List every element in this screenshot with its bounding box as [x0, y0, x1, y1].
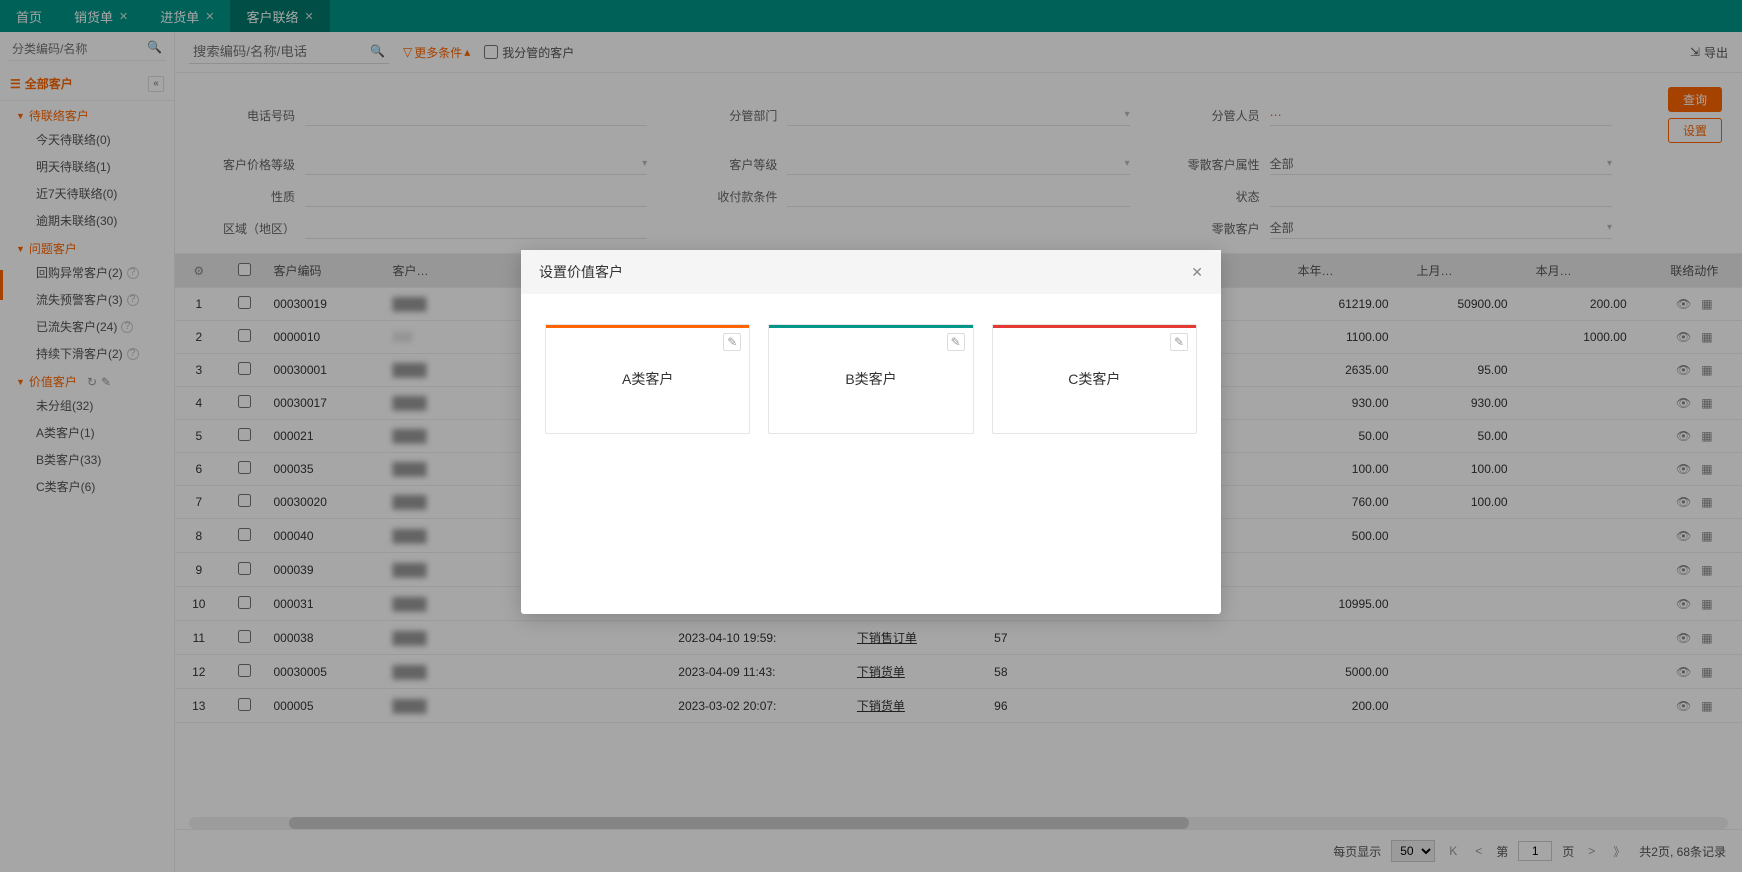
card-label: B类客户 [845, 369, 896, 389]
edit-icon[interactable]: ✎ [947, 333, 965, 351]
value-customer-modal: 设置价值客户 ✕ ✎ A类客户 ✎ B类客户 ✎ C类客户 [521, 250, 1221, 614]
card-b[interactable]: ✎ B类客户 [768, 324, 973, 434]
card-c[interactable]: ✎ C类客户 [992, 324, 1197, 434]
modal-overlay[interactable]: 设置价值客户 ✕ ✎ A类客户 ✎ B类客户 ✎ C类客户 [0, 0, 1742, 872]
modal-title: 设置价值客户 [539, 262, 623, 282]
card-label: C类客户 [1068, 369, 1120, 389]
edit-icon[interactable]: ✎ [723, 333, 741, 351]
edit-icon[interactable]: ✎ [1170, 333, 1188, 351]
card-a[interactable]: ✎ A类客户 [545, 324, 750, 434]
close-icon[interactable]: ✕ [1191, 264, 1203, 281]
card-label: A类客户 [622, 369, 673, 389]
